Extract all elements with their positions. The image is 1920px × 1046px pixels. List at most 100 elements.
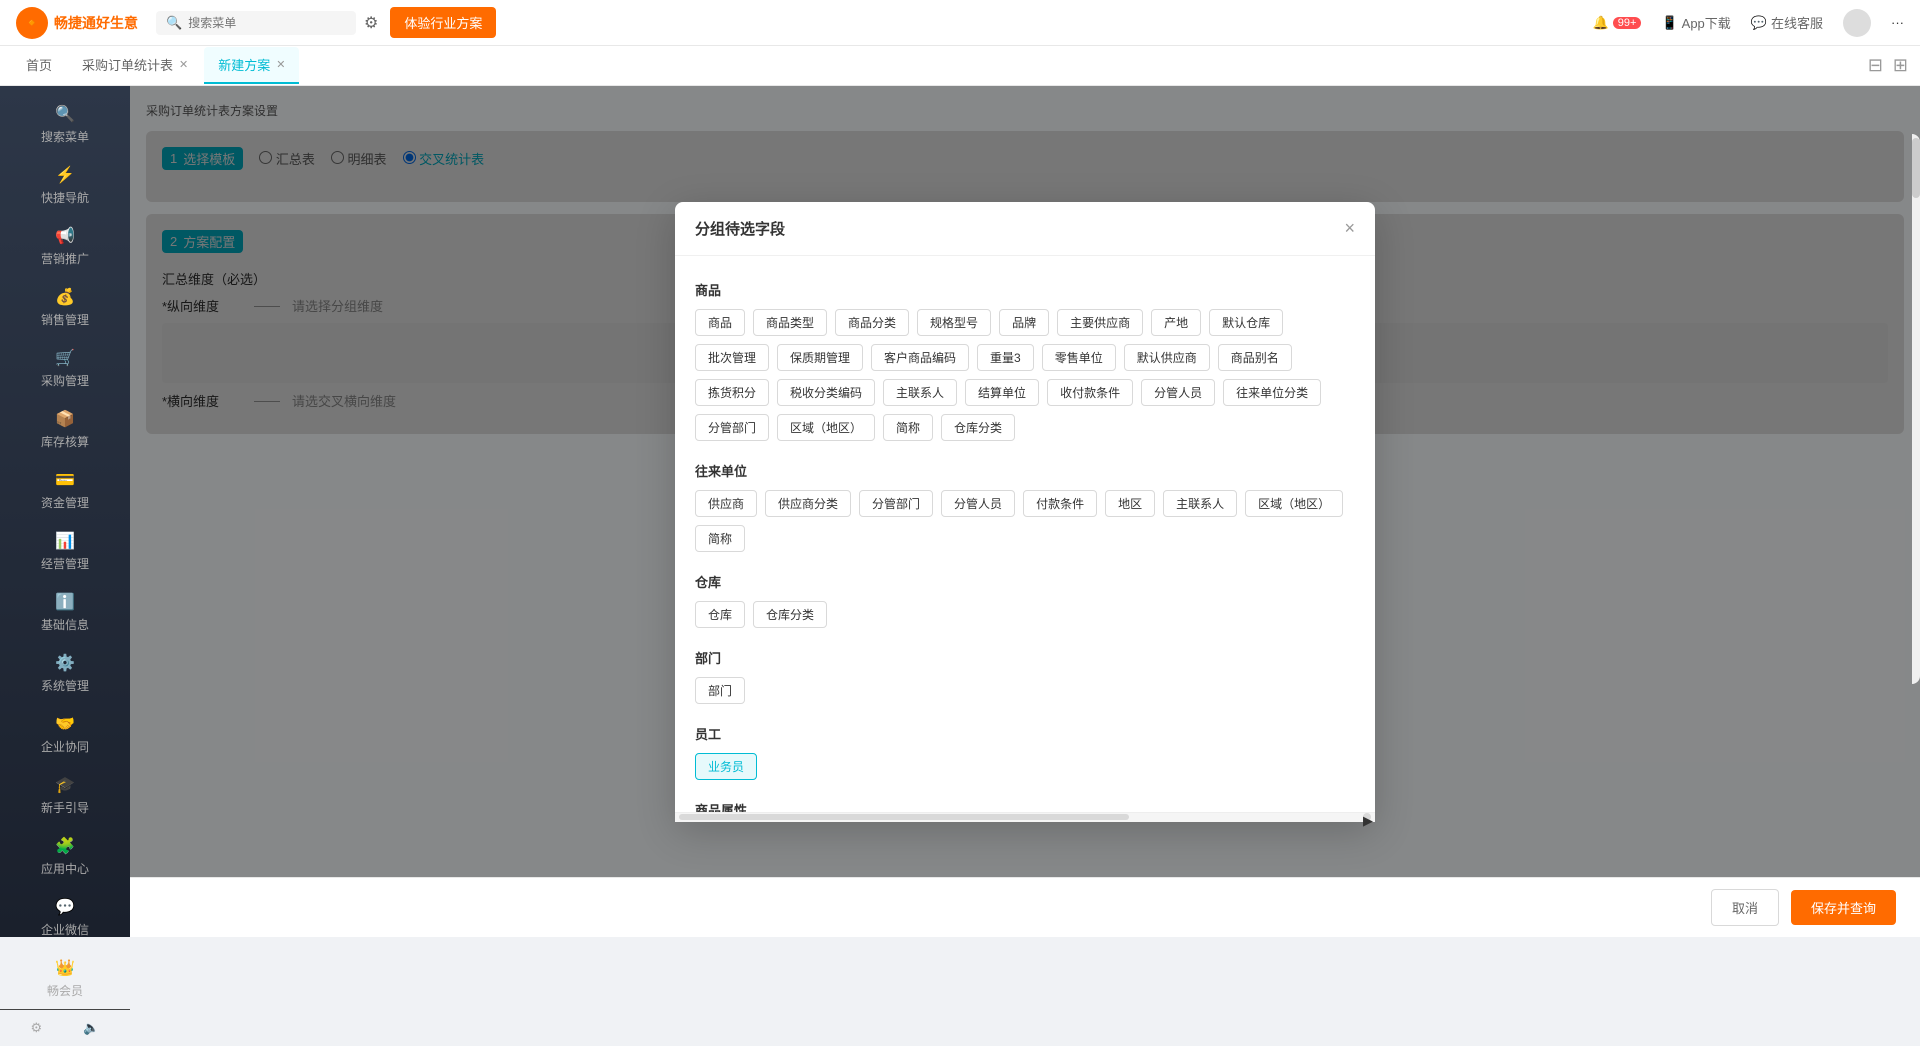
modal-body[interactable]: 商品 商品 商品类型 商品分类 规格型号 品牌 主要供应商 产地 默认仓库 批次… <box>675 256 1375 813</box>
tag-customer-code[interactable]: 客户商品编码 <box>871 344 969 371</box>
avatar[interactable] <box>1843 9 1871 37</box>
tag-supplier-category[interactable]: 供应商分类 <box>765 490 851 517</box>
tag-manager[interactable]: 分管人员 <box>1141 379 1215 406</box>
sidebar-item-inventory[interactable]: 📦 库存核算 <box>0 399 130 460</box>
notification-item[interactable]: 🔔 99+ <box>1593 15 1642 31</box>
online-service-item[interactable]: 💬 在线客服 <box>1751 13 1823 32</box>
search-icon: 🔍 <box>166 15 182 31</box>
tag-payment-cond[interactable]: 付款条件 <box>1023 490 1097 517</box>
sidebar-wechat-label: 企业微信 <box>41 921 89 938</box>
section-attr-title: 商品属性 <box>695 800 1355 813</box>
tag-warehouse[interactable]: 仓库 <box>695 601 745 628</box>
sidebar-system-label: 系统管理 <box>41 677 89 694</box>
h-scrollbar-right-arrow[interactable]: ▶ <box>1363 813 1371 821</box>
modal-overlay: 分组待选字段 × 商品 商品 商品类型 商品分类 规格型号 品牌 主要供应商 产… <box>130 86 1920 937</box>
sidebar-basic-label: 基础信息 <box>41 616 89 633</box>
search-input[interactable] <box>188 16 338 30</box>
basic-icon: ℹ️ <box>55 592 75 612</box>
tag-goods-type[interactable]: 商品类型 <box>753 309 827 336</box>
sidebar-item-purchase[interactable]: 🛒 采购管理 <box>0 338 130 399</box>
tag-pick-score[interactable]: 拣货积分 <box>695 379 769 406</box>
tag-warehouse-category[interactable]: 仓库分类 <box>753 601 827 628</box>
tag-spec-model[interactable]: 规格型号 <box>917 309 991 336</box>
tag-quality-manage[interactable]: 保质期管理 <box>777 344 863 371</box>
tag-default-warehouse[interactable]: 默认仓库 <box>1209 309 1283 336</box>
section-dept-title: 部门 <box>695 648 1355 667</box>
sidebar-item-quicknav[interactable]: ⚡ 快捷导航 <box>0 155 130 216</box>
tag-partner-category[interactable]: 往来单位分类 <box>1223 379 1321 406</box>
tag-dept-partner[interactable]: 分管部门 <box>859 490 933 517</box>
tab-new-plan-close[interactable]: ✕ <box>276 58 285 71</box>
cancel-button[interactable]: 取消 <box>1711 889 1779 926</box>
tag-goods[interactable]: 商品 <box>695 309 745 336</box>
tag-origin[interactable]: 产地 <box>1151 309 1201 336</box>
sidebar-item-marketing[interactable]: 📢 营销推广 <box>0 216 130 277</box>
sidebar-item-sales[interactable]: 💰 销售管理 <box>0 277 130 338</box>
sidebar-item-apps[interactable]: 🧩 应用中心 <box>0 826 130 887</box>
tag-batch-manage[interactable]: 批次管理 <box>695 344 769 371</box>
tab-expand-icon[interactable]: ⊞ <box>1893 55 1908 76</box>
notification-icon: 🔔 <box>1593 15 1609 31</box>
tag-region-partner[interactable]: 区域（地区） <box>1245 490 1343 517</box>
tab-collapse-icon[interactable]: ⊟ <box>1868 55 1883 76</box>
finance-icon: 💳 <box>55 470 75 490</box>
sidebar-item-wechat[interactable]: 💬 企业微信 <box>0 887 130 948</box>
tag-brand[interactable]: 品牌 <box>999 309 1049 336</box>
sidebar-collab-label: 企业协同 <box>41 738 89 755</box>
tag-warehouse-category-goods[interactable]: 仓库分类 <box>941 414 1015 441</box>
modal-close-button[interactable]: × <box>1344 218 1355 239</box>
trial-button[interactable]: 体验行业方案 <box>390 7 496 38</box>
tag-goods-category[interactable]: 商品分类 <box>835 309 909 336</box>
tag-manager-partner[interactable]: 分管人员 <box>941 490 1015 517</box>
sidebar-item-vip[interactable]: 👑 畅会员 <box>0 948 130 1009</box>
tab-purchase-stats[interactable]: 采购订单统计表 ✕ <box>68 47 202 84</box>
tag-region-goods[interactable]: 区域（地区） <box>777 414 875 441</box>
sidebar-item-guide[interactable]: 🎓 新手引导 <box>0 765 130 826</box>
search-bar[interactable]: 🔍 <box>156 11 356 35</box>
audio-bottom-icon[interactable]: 🔈 <box>83 1020 99 1036</box>
sidebar-item-finance[interactable]: 💳 资金管理 <box>0 460 130 521</box>
tag-manage-dept[interactable]: 分管部门 <box>695 414 769 441</box>
app-download-item[interactable]: 📱 App下载 <box>1661 13 1730 32</box>
tag-tax-code[interactable]: 税收分类编码 <box>777 379 875 406</box>
sidebar-item-operations[interactable]: 📊 经营管理 <box>0 521 130 582</box>
tag-main-supplier[interactable]: 主要供应商 <box>1057 309 1143 336</box>
tag-retail-unit[interactable]: 零售单位 <box>1042 344 1116 371</box>
online-service-label: 在线客服 <box>1771 13 1823 32</box>
save-button[interactable]: 保存并查询 <box>1791 890 1896 925</box>
tag-salesperson[interactable]: 业务员 <box>695 753 757 780</box>
tag-payment-terms[interactable]: 收付款条件 <box>1047 379 1133 406</box>
tag-goods-alias[interactable]: 商品别名 <box>1218 344 1292 371</box>
modal-horizontal-scrollbar[interactable]: ▶ <box>675 812 1375 821</box>
modal-vertical-scrollbar[interactable] <box>1912 134 1920 684</box>
tag-main-contact[interactable]: 主联系人 <box>883 379 957 406</box>
settings-bottom-icon[interactable]: ⚙ <box>31 1020 43 1036</box>
wechat-icon: 💬 <box>55 897 75 917</box>
sidebar-item-system[interactable]: ⚙️ 系统管理 <box>0 643 130 704</box>
quicknav-icon: ⚡ <box>55 165 75 185</box>
tag-dept[interactable]: 部门 <box>695 677 745 704</box>
tab-new-plan[interactable]: 新建方案 ✕ <box>204 47 299 84</box>
tag-weight3[interactable]: 重量3 <box>977 344 1034 371</box>
bottom-action-bar: 取消 保存并查询 <box>130 877 1920 937</box>
tag-shortname-partner[interactable]: 简称 <box>695 525 745 552</box>
tab-home[interactable]: 首页 <box>12 47 66 84</box>
sidebar-item-basic[interactable]: ℹ️ 基础信息 <box>0 582 130 643</box>
sidebar-finance-label: 资金管理 <box>41 494 89 511</box>
sidebar-item-collab[interactable]: 🤝 企业协同 <box>0 704 130 765</box>
sidebar-search-label: 搜索菜单 <box>41 128 89 145</box>
tab-purchase-stats-label: 采购订单统计表 <box>82 55 173 74</box>
tag-settlement-unit[interactable]: 结算单位 <box>965 379 1039 406</box>
sidebar-item-search[interactable]: 🔍 搜索菜单 <box>0 94 130 155</box>
tab-purchase-stats-close[interactable]: ✕ <box>179 58 188 71</box>
tag-supplier[interactable]: 供应商 <box>695 490 757 517</box>
sidebar: 🔍 搜索菜单 ⚡ 快捷导航 📢 营销推广 💰 销售管理 🛒 采购管理 📦 库存核… <box>0 86 130 937</box>
purchase-icon: 🛒 <box>55 348 75 368</box>
tag-district[interactable]: 地区 <box>1105 490 1155 517</box>
content-area: 采购订单统计表方案设置 1 选择模板 汇总表 明细表 <box>130 86 1920 937</box>
gear-button[interactable]: ⚙ <box>364 13 378 33</box>
tag-default-supplier[interactable]: 默认供应商 <box>1124 344 1210 371</box>
tag-shortname-goods[interactable]: 简称 <box>883 414 933 441</box>
search-nav-icon: 🔍 <box>55 104 75 124</box>
tag-main-contact-partner[interactable]: 主联系人 <box>1163 490 1237 517</box>
